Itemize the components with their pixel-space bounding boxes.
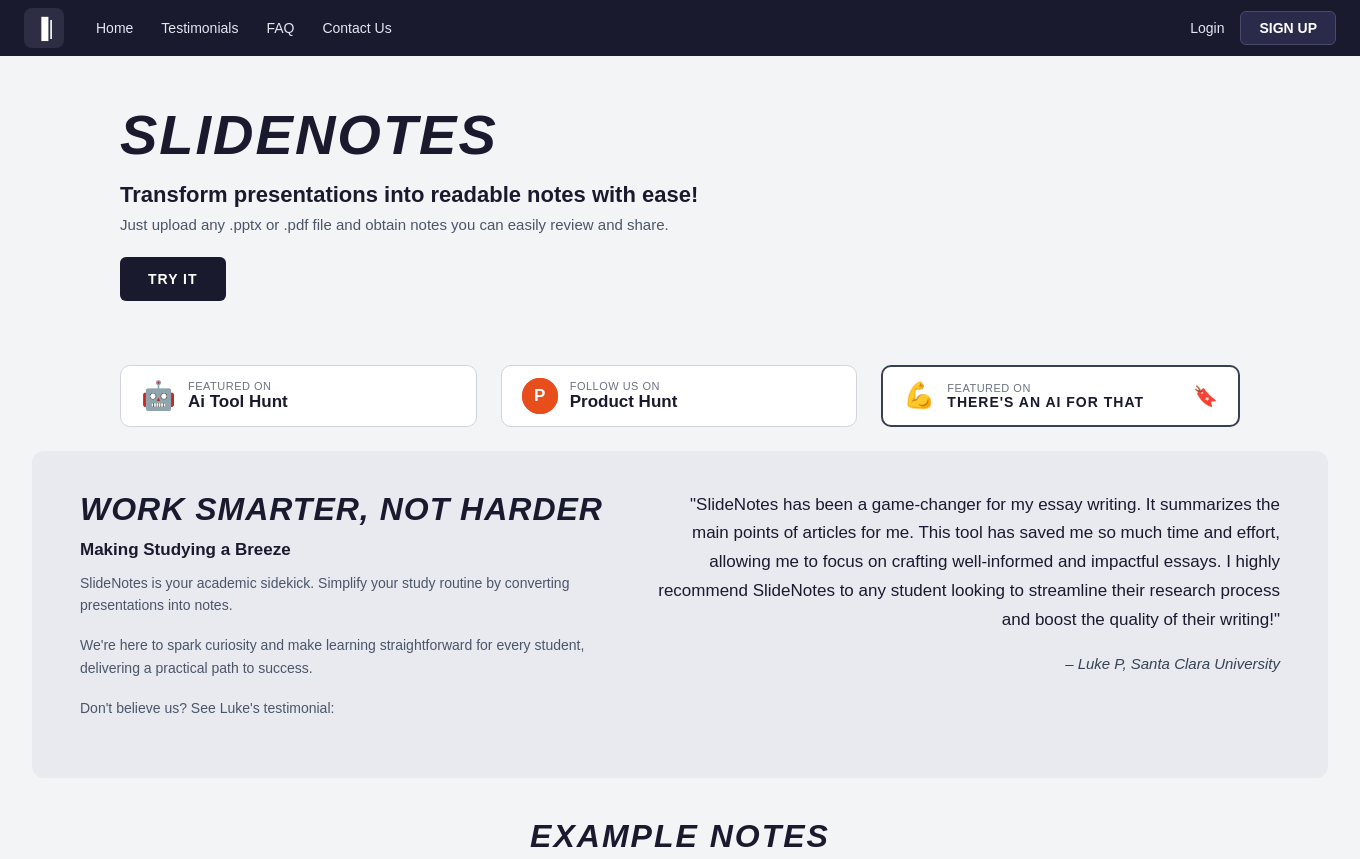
testimonial-quote: "SlideNotes has been a game-changer for … — [652, 491, 1280, 635]
producthunt-icon: P — [522, 378, 558, 414]
example-title: EXAMPLE NOTES — [32, 818, 1328, 855]
work-para2: We're here to spark curiosity and make l… — [80, 634, 604, 679]
hero-description: Just upload any .pptx or .pdf file and o… — [120, 216, 1240, 233]
nav-right: Login SIGN UP — [1190, 11, 1336, 45]
work-para1: SlideNotes is your academic sidekick. Si… — [80, 572, 604, 617]
theresanai-badge[interactable]: 💪 FEATURED ON THERE'S AN AI FOR THAT 🔖 — [881, 365, 1240, 427]
try-button[interactable]: TRY IT — [120, 257, 226, 301]
example-section: EXAMPLE NOTES · ·· · · · 👤 ⬆️ 📥 Building… — [0, 778, 1360, 859]
work-left: WORK SMARTER, NOT HARDER Making Studying… — [80, 491, 604, 738]
theresanai-text: FEATURED ON THERE'S AN AI FOR THAT — [947, 382, 1144, 410]
work-heading: WORK SMARTER, NOT HARDER — [80, 491, 604, 528]
nav-faq[interactable]: FAQ — [266, 20, 294, 36]
hero-title: SLIDENOTES — [120, 104, 1240, 166]
nav-links: Home Testimonials FAQ Contact Us — [96, 20, 1158, 36]
signup-button[interactable]: SIGN UP — [1240, 11, 1336, 45]
aitool-badge[interactable]: 🤖 Featured on Ai Tool Hunt — [120, 365, 477, 427]
testimonial-author: – Luke P, Santa Clara University — [1065, 655, 1280, 672]
work-section: WORK SMARTER, NOT HARDER Making Studying… — [32, 451, 1328, 778]
work-para3: Don't believe us? See Luke's testimonial… — [80, 697, 604, 719]
aitool-main-label: Ai Tool Hunt — [188, 392, 288, 412]
work-right: "SlideNotes has been a game-changer for … — [652, 491, 1280, 672]
aitool-pre-label: Featured on — [188, 380, 288, 392]
aitool-icon: 🤖 — [141, 379, 176, 412]
nav-contact[interactable]: Contact Us — [322, 20, 391, 36]
hero-section: SLIDENOTES Transform presentations into … — [0, 56, 1360, 333]
bookmark-icon: 🔖 — [1193, 384, 1218, 408]
aitool-text: Featured on Ai Tool Hunt — [188, 380, 288, 412]
theresanai-icon: 💪 — [903, 380, 935, 411]
hero-subtitle: Transform presentations into readable no… — [120, 182, 1240, 208]
producthunt-pre-label: FOLLOW US ON — [570, 380, 678, 392]
nav-home[interactable]: Home — [96, 20, 133, 36]
work-subheading: Making Studying a Breeze — [80, 540, 604, 560]
theresanai-main-label: THERE'S AN AI FOR THAT — [947, 394, 1144, 410]
nav-testimonials[interactable]: Testimonials — [161, 20, 238, 36]
producthunt-badge[interactable]: P FOLLOW US ON Product Hunt — [501, 365, 858, 427]
logo-icon: ▐| — [34, 17, 53, 40]
badges-row: 🤖 Featured on Ai Tool Hunt P FOLLOW US O… — [0, 341, 1360, 451]
navbar: ▐| Home Testimonials FAQ Contact Us Logi… — [0, 0, 1360, 56]
logo[interactable]: ▐| — [24, 8, 64, 48]
producthunt-main-label: Product Hunt — [570, 392, 678, 412]
producthunt-text: FOLLOW US ON Product Hunt — [570, 380, 678, 412]
login-link[interactable]: Login — [1190, 20, 1224, 36]
theresanai-pre-label: FEATURED ON — [947, 382, 1144, 394]
